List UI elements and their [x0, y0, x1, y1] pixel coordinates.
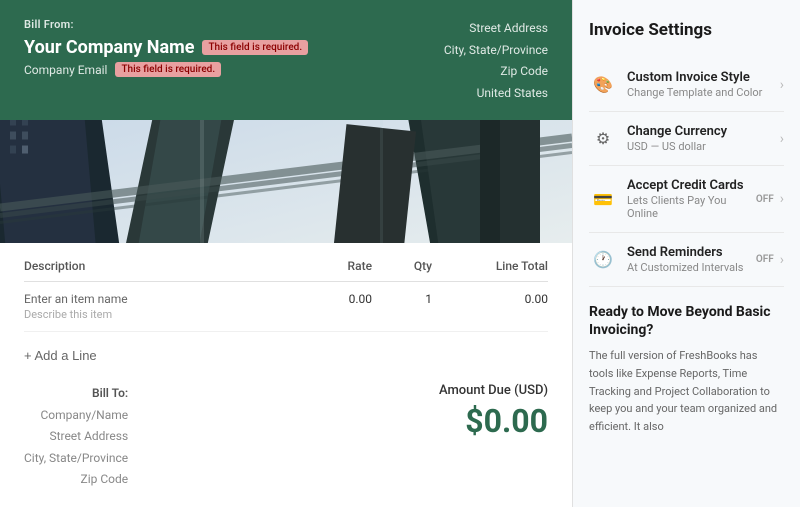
bill-from-label: Bill From:: [24, 18, 444, 31]
item-description: Enter an item name Describe this item: [24, 292, 256, 321]
upsell-section: Ready to Move Beyond Basic Invoicing? Th…: [589, 303, 784, 435]
custom-invoice-style-chevron-icon: ›: [780, 77, 784, 93]
table-header: Description Rate Qty Line Total: [24, 259, 548, 282]
upsell-text: The full version of FreshBooks has tools…: [589, 347, 784, 435]
address-city: City, State/Province: [444, 40, 548, 62]
amount-value: $0.00: [439, 402, 548, 440]
item-desc[interactable]: Describe this item: [24, 308, 256, 321]
settings-item-change-currency[interactable]: ⚙ Change CurrencyUSD — US dollar›: [589, 112, 784, 166]
amount-due: Amount Due (USD) $0.00: [439, 383, 548, 440]
company-email-required-badge: This field is required.: [115, 62, 221, 77]
col-total: Line Total: [432, 259, 548, 273]
address-street: Street Address: [444, 18, 548, 40]
address-zip: Zip Code: [444, 61, 548, 83]
settings-item-custom-invoice-style[interactable]: 🎨 Custom Invoice StyleChange Template and…: [589, 58, 784, 112]
settings-title: Invoice Settings: [589, 20, 784, 40]
change-currency-icon: ⚙: [589, 125, 617, 153]
settings-item-accept-credit-cards[interactable]: 💳 Accept Credit CardsLets Clients Pay You…: [589, 166, 784, 233]
accept-credit-cards-title: Accept Credit Cards: [627, 178, 756, 193]
bill-to-street: Street Address: [24, 426, 128, 448]
change-currency-right: ›: [780, 131, 784, 147]
custom-invoice-style-title: Custom Invoice Style: [627, 70, 780, 85]
send-reminders-subtitle: At Customized Intervals: [627, 261, 756, 274]
left-panel: Bill From: Your Company Name This field …: [0, 0, 572, 507]
table-row: Enter an item name Describe this item 0.…: [24, 282, 548, 332]
send-reminders-icon: 🕐: [589, 246, 617, 274]
bill-to-section: Bill To: Company/Name Street Address Cit…: [24, 383, 128, 491]
company-name-required-badge: This field is required.: [202, 40, 308, 55]
invoice-table-section: Description Rate Qty Line Total Enter an…: [0, 243, 572, 383]
settings-items-container: 🎨 Custom Invoice StyleChange Template and…: [589, 58, 784, 287]
send-reminders-chevron-icon: ›: [780, 252, 784, 268]
change-currency-subtitle: USD — US dollar: [627, 140, 780, 153]
accept-credit-cards-chevron-icon: ›: [780, 191, 784, 207]
company-name-row: Your Company Name This field is required…: [24, 37, 444, 58]
bill-to-zip: Zip Code: [24, 469, 128, 491]
custom-invoice-style-right: ›: [780, 77, 784, 93]
accept-credit-cards-content: Accept Credit CardsLets Clients Pay You …: [627, 178, 756, 220]
item-name[interactable]: Enter an item name: [24, 292, 256, 306]
company-email-row: Company Email This field is required.: [24, 62, 444, 77]
accept-credit-cards-icon: 💳: [589, 185, 617, 213]
right-panel: Invoice Settings 🎨Custom Invoice StyleCh…: [572, 0, 800, 507]
item-line-total: 0.00: [432, 292, 548, 321]
bottom-section: Bill To: Company/Name Street Address Cit…: [0, 383, 572, 507]
upsell-title: Ready to Move Beyond Basic Invoicing?: [589, 303, 784, 339]
send-reminders-content: Send RemindersAt Customized Intervals: [627, 245, 756, 274]
change-currency-title: Change Currency: [627, 124, 780, 139]
custom-invoice-style-content: Custom Invoice StyleChange Template and …: [627, 70, 780, 99]
change-currency-content: Change CurrencyUSD — US dollar: [627, 124, 780, 153]
custom-invoice-style-subtitle: Change Template and Color: [627, 86, 780, 99]
col-qty: Qty: [372, 259, 432, 273]
accept-credit-cards-subtitle: Lets Clients Pay You Online: [627, 194, 756, 220]
col-rate: Rate: [256, 259, 372, 273]
add-line-button[interactable]: + Add a Line: [24, 344, 97, 367]
change-currency-chevron-icon: ›: [780, 131, 784, 147]
send-reminders-toggle[interactable]: OFF: [756, 254, 774, 265]
bill-from-header: Bill From: Your Company Name This field …: [0, 0, 572, 120]
company-email-label: Company Email: [24, 63, 107, 77]
bill-to-city: City, State/Province: [24, 448, 128, 470]
col-description: Description: [24, 259, 256, 273]
settings-item-send-reminders[interactable]: 🕐 Send RemindersAt Customized IntervalsOF…: [589, 233, 784, 287]
item-qty[interactable]: 1: [372, 292, 432, 321]
item-rate[interactable]: 0.00: [256, 292, 372, 321]
bill-to-company: Company/Name: [24, 405, 128, 427]
bill-from-address: Street Address City, State/Province Zip …: [444, 18, 548, 102]
accept-credit-cards-right: OFF ›: [756, 191, 784, 207]
accept-credit-cards-toggle[interactable]: OFF: [756, 194, 774, 205]
address-country: United States: [444, 83, 548, 105]
amount-due-label: Amount Due (USD): [439, 383, 548, 398]
company-name-text: Your Company Name: [24, 37, 194, 58]
bill-to-label: Bill To:: [24, 383, 128, 405]
send-reminders-right: OFF ›: [756, 252, 784, 268]
send-reminders-title: Send Reminders: [627, 245, 756, 260]
custom-invoice-style-icon: 🎨: [589, 71, 617, 99]
bill-from-left: Bill From: Your Company Name This field …: [24, 18, 444, 102]
hero-image: [0, 120, 572, 243]
